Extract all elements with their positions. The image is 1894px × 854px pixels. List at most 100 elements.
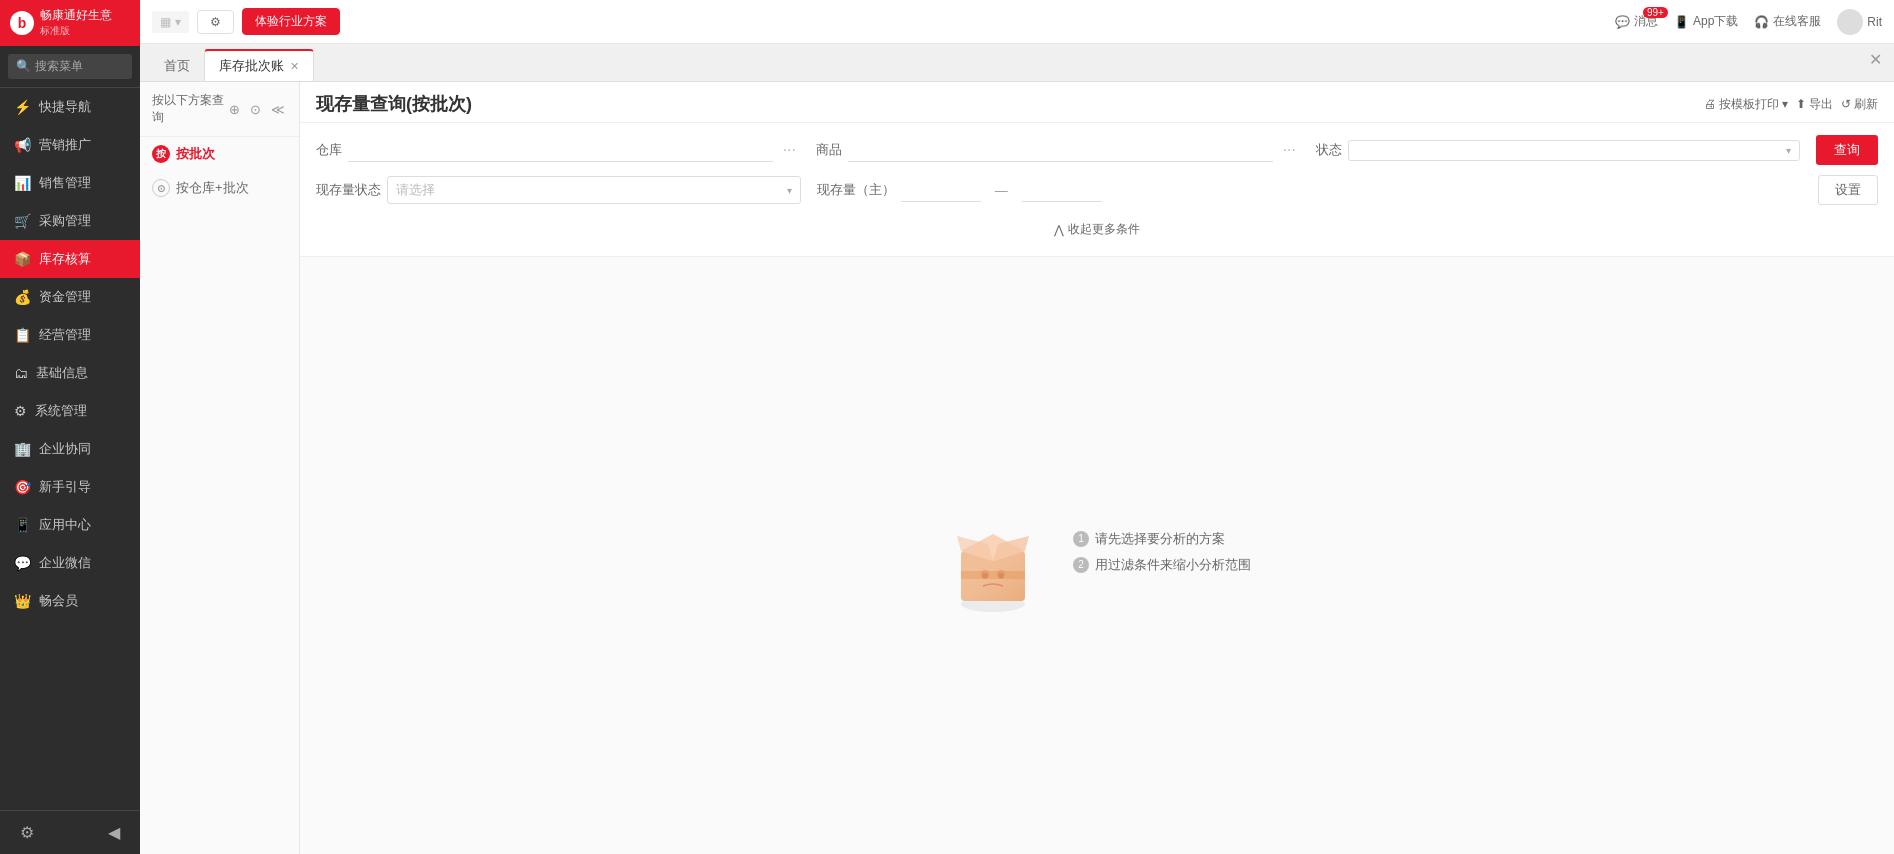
- stock-qty-max-input[interactable]: [1022, 178, 1102, 202]
- add-plan-btn[interactable]: ⊕: [227, 101, 242, 118]
- tab-close-icon[interactable]: ✕: [290, 60, 299, 73]
- sidebar-item-label: 经营管理: [39, 326, 91, 344]
- sidebar-item-label: 畅会员: [39, 592, 78, 610]
- stock-status-select[interactable]: 请选择 ▾: [387, 176, 801, 204]
- right-panel: 现存量查询(按批次) 🖨 按模板打印 ▾ ⬆ 导出 ↺ 刷新: [300, 82, 1894, 854]
- app-center-icon: 📱: [14, 517, 31, 533]
- collapse-panel-btn[interactable]: ≪: [269, 101, 287, 118]
- empty-illustration: [943, 506, 1043, 606]
- print-label: 按模板打印: [1719, 96, 1779, 113]
- purchase-icon: 🛒: [14, 213, 31, 229]
- plan-warehouse-batch-label: 按仓库+批次: [176, 179, 249, 197]
- export-btn[interactable]: ⬆ 导出: [1796, 96, 1833, 113]
- tab-home[interactable]: 首页: [150, 51, 204, 81]
- sidebar-item-system[interactable]: ⚙ 系统管理: [0, 392, 140, 430]
- sidebar-item-membership[interactable]: 👑 畅会员: [0, 582, 140, 620]
- app-edition: 标准版: [40, 24, 112, 38]
- experience-btn[interactable]: 体验行业方案: [242, 8, 340, 35]
- sidebar-item-wechat[interactable]: 💬 企业微信: [0, 544, 140, 582]
- enterprise-icon: 🏢: [14, 441, 31, 457]
- refresh-btn[interactable]: ↺ 刷新: [1841, 96, 1878, 113]
- sidebar-item-enterprise[interactable]: 🏢 企业协同: [0, 430, 140, 468]
- tip-num-2: 2: [1073, 557, 1089, 573]
- sidebar-item-label: 营销推广: [39, 136, 91, 154]
- gear-btn[interactable]: ⚙: [197, 10, 234, 34]
- manage-plan-btn[interactable]: ⊙: [248, 101, 263, 118]
- online-service-btn[interactable]: 🎧 在线客服: [1754, 13, 1821, 30]
- headset-icon: 🎧: [1754, 15, 1769, 29]
- sidebar-item-label: 新手引导: [39, 478, 91, 496]
- settings-btn[interactable]: ⚙: [14, 821, 40, 844]
- main-area: ▦ ▾ ⚙ 体验行业方案 💬 消息 99+ 📱 App下载 🎧 在线客服: [140, 0, 1894, 854]
- sidebar-item-finance[interactable]: 💰 资金管理: [0, 278, 140, 316]
- empty-tip-1: 1 请先选择要分析的方案: [1073, 530, 1251, 548]
- sidebar-item-purchase[interactable]: 🛒 采购管理: [0, 202, 140, 240]
- sidebar-item-sales[interactable]: 📊 销售管理: [0, 164, 140, 202]
- refresh-icon: ↺: [1841, 97, 1851, 111]
- operations-icon: 📋: [14, 327, 31, 343]
- sidebar-item-newbie[interactable]: 🎯 新手引导: [0, 468, 140, 506]
- page-content: 按以下方案查询 ⊕ ⊙ ≪ 按 按批次 ⊙ 按仓库+批次 现存量查询(按批次): [140, 82, 1894, 854]
- filter-stock-qty: 现存量（主） —: [817, 178, 1302, 202]
- basic-icon: 🗂: [14, 365, 28, 381]
- filter-status: 状态 ▾: [1316, 140, 1800, 161]
- app-download-btn[interactable]: 📱 App下载: [1674, 13, 1738, 30]
- plan-batch-label: 按批次: [176, 145, 215, 163]
- export-label: 导出: [1809, 96, 1833, 113]
- sidebar-item-inventory[interactable]: 📦 库存核算: [0, 240, 140, 278]
- sidebar-header: b 畅康通好生意 标准版: [0, 0, 140, 46]
- setting-btn-label: 设置: [1835, 182, 1861, 197]
- empty-svg: [943, 506, 1043, 616]
- setting-btn[interactable]: 设置: [1818, 175, 1878, 205]
- tabbar: 首页 库存批次账 ✕ ✕: [140, 44, 1894, 82]
- filter-row-1: 仓库 ··· 商品 ··· 状态 ▾: [316, 135, 1878, 165]
- topbar-right: 💬 消息 99+ 📱 App下载 🎧 在线客服 Rit: [1615, 9, 1882, 35]
- collapse-sidebar-btn[interactable]: ◀: [102, 821, 126, 844]
- left-panel-header-label: 按以下方案查询: [152, 92, 227, 126]
- message-icon: 💬: [1615, 15, 1630, 29]
- filter-stock-status: 现存量状态 请选择 ▾: [316, 176, 801, 204]
- sidebar-item-label: 快捷导航: [39, 98, 91, 116]
- warehouse-input[interactable]: [348, 138, 773, 162]
- stock-qty-min-input[interactable]: [901, 178, 981, 202]
- page-title: 现存量查询(按批次): [316, 92, 472, 116]
- search-menu-btn[interactable]: 🔍 搜索菜单: [8, 54, 132, 79]
- sidebar-item-operations[interactable]: 📋 经营管理: [0, 316, 140, 354]
- page-close-btn[interactable]: ✕: [1869, 50, 1882, 69]
- status-select[interactable]: ▾: [1348, 140, 1800, 161]
- username-label: Rit: [1867, 15, 1882, 29]
- empty-tip-2: 2 用过滤条件来缩小分析范围: [1073, 556, 1251, 574]
- sidebar-item-app-center[interactable]: 📱 应用中心: [0, 506, 140, 544]
- warehouse-dots-btn[interactable]: ···: [779, 139, 800, 161]
- tip-2-text: 用过滤条件来缩小分析范围: [1095, 556, 1251, 574]
- sidebar-nav: ⚡ 快捷导航 📢 营销推广 📊 销售管理 🛒 采购管理 📦 库存核算 💰 资金管…: [0, 88, 140, 810]
- sidebar-item-quick-nav[interactable]: ⚡ 快捷导航: [0, 88, 140, 126]
- app-logo: b: [10, 11, 34, 35]
- product-label: 商品: [816, 141, 842, 159]
- tab-inventory-batch[interactable]: 库存批次账 ✕: [204, 49, 314, 81]
- collapse-more-btn[interactable]: ⋀ 收起更多条件: [316, 215, 1878, 244]
- user-info-btn[interactable]: Rit: [1837, 9, 1882, 35]
- sidebar-item-marketing[interactable]: 📢 营销推广: [0, 126, 140, 164]
- product-input[interactable]: [848, 138, 1273, 162]
- plan-item-batch[interactable]: 按 按批次: [140, 137, 299, 171]
- search-icon: 🔍: [16, 59, 31, 73]
- query-btn-label: 查询: [1834, 142, 1860, 157]
- sidebar-item-basic[interactable]: 🗂 基础信息: [0, 354, 140, 392]
- refresh-label: 刷新: [1854, 96, 1878, 113]
- plan-item-warehouse-batch[interactable]: ⊙ 按仓库+批次: [140, 171, 299, 205]
- export-icon: ⬆: [1796, 97, 1806, 111]
- inventory-icon: 📦: [14, 251, 31, 267]
- status-label: 状态: [1316, 141, 1342, 159]
- query-btn[interactable]: 查询: [1816, 135, 1878, 165]
- messages-btn[interactable]: 💬 消息 99+: [1615, 13, 1658, 30]
- print-btn[interactable]: 🖨 按模板打印 ▾: [1704, 96, 1788, 113]
- status-dropdown-icon: ▾: [1786, 145, 1791, 156]
- sidebar-item-label: 基础信息: [36, 364, 88, 382]
- breadcrumb-text: ▦: [160, 15, 171, 29]
- online-service-label: 在线客服: [1773, 13, 1821, 30]
- stock-qty-separator: —: [987, 183, 1016, 198]
- sidebar-item-label: 采购管理: [39, 212, 91, 230]
- sidebar-item-label: 资金管理: [39, 288, 91, 306]
- product-dots-btn[interactable]: ···: [1279, 139, 1300, 161]
